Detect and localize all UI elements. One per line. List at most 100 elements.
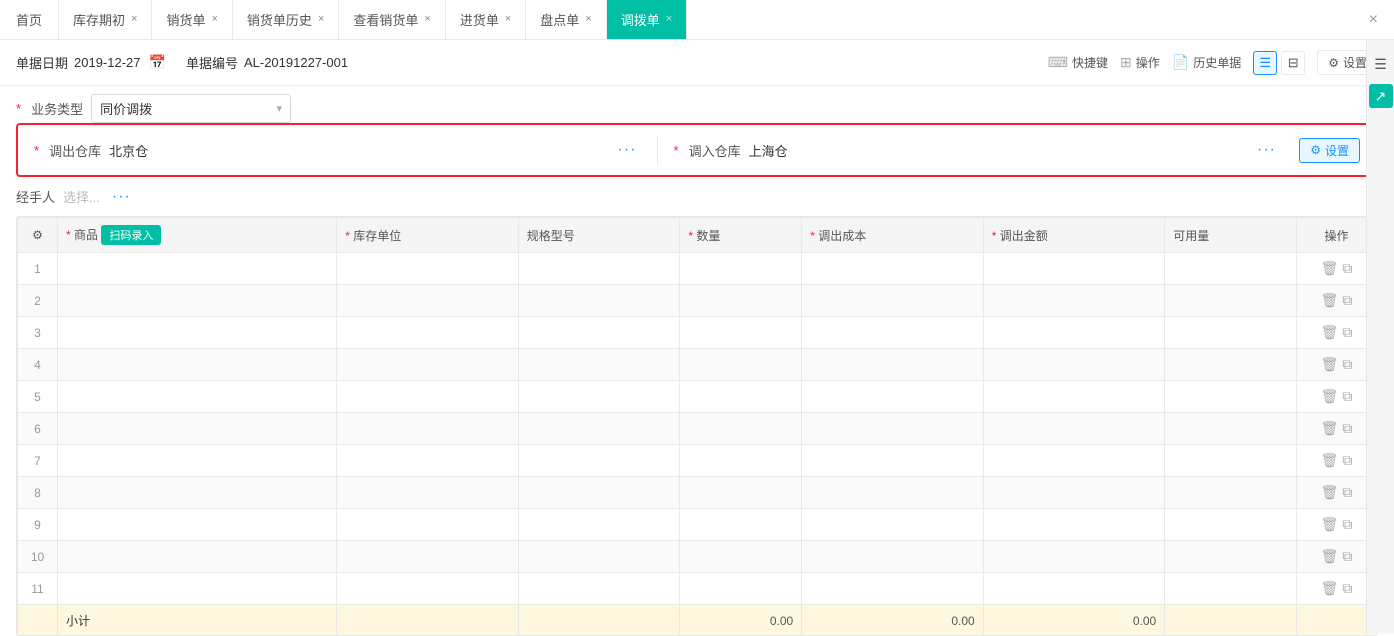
handler-dots-button[interactable]: ··· xyxy=(108,188,135,206)
tab-close-view-sales[interactable]: × xyxy=(424,14,430,25)
scan-button[interactable]: 扫码录入 xyxy=(101,225,161,245)
table-row: 2🗑⧉ xyxy=(18,285,1377,317)
amount-cell-3 xyxy=(983,317,1165,349)
copy-icon-1[interactable]: ⧉ xyxy=(1342,260,1352,276)
delete-icon-1[interactable]: 🗑 xyxy=(1321,260,1339,276)
product-cell-2[interactable] xyxy=(58,285,337,317)
doc-no-value: AL-20191227-001 xyxy=(244,55,348,70)
copy-icon-6[interactable]: ⧉ xyxy=(1342,420,1352,436)
history-icon: 📄 xyxy=(1172,54,1189,71)
window-close-button[interactable]: × xyxy=(1361,7,1386,33)
out-warehouse-label: 调出仓库 xyxy=(49,141,101,160)
tab-purchase-order[interactable]: 进货单 × xyxy=(446,0,526,39)
sidebar-list-icon[interactable]: ☰ xyxy=(1369,52,1393,76)
delete-icon-4[interactable]: 🗑 xyxy=(1321,356,1339,372)
copy-icon-2[interactable]: ⧉ xyxy=(1342,292,1352,308)
table-row: 5🗑⧉ xyxy=(18,381,1377,413)
product-cell-8[interactable] xyxy=(58,477,337,509)
col-action: 操作 xyxy=(1297,218,1377,253)
shortcut-action[interactable]: ⌨ 快捷键 xyxy=(1048,54,1108,71)
delete-icon-5[interactable]: 🗑 xyxy=(1321,388,1339,404)
available-cell-9 xyxy=(1165,509,1297,541)
col-cost: * 调出成本 xyxy=(802,218,984,253)
tab-transfer[interactable]: 调拨单 × xyxy=(607,0,687,39)
tab-inventory-init[interactable]: 库存期初 × xyxy=(59,0,152,39)
amount-cell-10 xyxy=(983,541,1165,573)
tab-inventory-check[interactable]: 盘点单 × xyxy=(526,0,606,39)
qty-cell-7 xyxy=(680,445,802,477)
operate-action[interactable]: ⊞ 操作 xyxy=(1120,54,1160,71)
copy-icon-4[interactable]: ⧉ xyxy=(1342,356,1352,372)
form-header-left: 单据日期 2019-12-27 📅 单据编号 AL-20191227-001 xyxy=(16,53,348,72)
product-cell-3[interactable] xyxy=(58,317,337,349)
delete-icon-10[interactable]: 🗑 xyxy=(1321,548,1339,564)
out-warehouse-dots-button[interactable]: ··· xyxy=(614,141,641,159)
delete-icon-9[interactable]: 🗑 xyxy=(1321,516,1339,532)
subtotal-cost: 0.00 xyxy=(802,605,984,636)
product-cell-4[interactable] xyxy=(58,349,337,381)
cost-cell-11 xyxy=(802,573,984,605)
tab-view-sales[interactable]: 查看销货单 × xyxy=(339,0,445,39)
copy-icon-7[interactable]: ⧉ xyxy=(1342,452,1352,468)
tab-close-transfer[interactable]: × xyxy=(666,14,672,25)
qty-cell-6 xyxy=(680,413,802,445)
copy-icon-3[interactable]: ⧉ xyxy=(1342,324,1352,340)
copy-icon-10[interactable]: ⧉ xyxy=(1342,548,1352,564)
product-cell-11[interactable] xyxy=(58,573,337,605)
delete-icon-3[interactable]: 🗑 xyxy=(1321,324,1339,340)
table-row: 6 🗑⧉ xyxy=(18,413,1377,445)
product-cell-5[interactable] xyxy=(58,381,337,413)
gear-icon[interactable]: ⚙ xyxy=(32,228,43,242)
action-col-3: 🗑⧉ xyxy=(1297,317,1377,349)
tab-close-inventory-init[interactable]: × xyxy=(131,14,137,25)
qty-cell-8 xyxy=(680,477,802,509)
tab-home[interactable]: 首页 xyxy=(0,0,59,39)
sidebar-export-icon[interactable]: ↗ xyxy=(1369,84,1393,108)
table-row: 3🗑⧉ xyxy=(18,317,1377,349)
calendar-icon[interactable]: 📅 xyxy=(149,54,166,71)
delete-icon-6[interactable]: 🗑 xyxy=(1321,420,1339,436)
tab-close-inventory-check[interactable]: × xyxy=(585,14,591,25)
row-num-6: 6 xyxy=(18,413,58,445)
layout-list-icon[interactable]: ☰ xyxy=(1253,51,1277,75)
subtotal-label-col xyxy=(18,605,58,636)
tab-close-purchase-order[interactable]: × xyxy=(505,14,511,25)
subtotal-qty: 0.00 xyxy=(680,605,802,636)
copy-icon-11[interactable]: ⧉ xyxy=(1342,580,1352,596)
tab-close-sales-order[interactable]: × xyxy=(211,14,217,25)
delete-icon-11[interactable]: 🗑 xyxy=(1321,580,1339,596)
col-available: 可用量 xyxy=(1165,218,1297,253)
tab-sales-history[interactable]: 销货单历史 × xyxy=(233,0,339,39)
tab-sales-order[interactable]: 销货单 × xyxy=(152,0,232,39)
delete-icon-7[interactable]: 🗑 xyxy=(1321,452,1339,468)
row-num-11: 11 xyxy=(18,573,58,605)
copy-icon-5[interactable]: ⧉ xyxy=(1342,388,1352,404)
unit-cell-4 xyxy=(337,349,519,381)
copy-icon-8[interactable]: ⧉ xyxy=(1342,484,1352,500)
product-cell-1[interactable] xyxy=(58,253,337,285)
settings-icon: ⚙ xyxy=(1328,56,1339,70)
product-cell-9[interactable] xyxy=(58,509,337,541)
delete-icon-8[interactable]: 🗑 xyxy=(1321,484,1339,500)
product-cell-6[interactable] xyxy=(58,413,337,445)
warehouse-section: * 调出仓库 北京仓 ··· * 调入仓库 上海仓 ··· ⚙ 设置 xyxy=(16,123,1378,177)
product-cell-10[interactable] xyxy=(58,541,337,573)
handler-input[interactable]: 选择... xyxy=(63,187,100,206)
tab-close-sales-history[interactable]: × xyxy=(318,14,324,25)
history-action[interactable]: 📄 历史单据 xyxy=(1172,54,1241,71)
copy-icon-9[interactable]: ⧉ xyxy=(1342,516,1352,532)
business-type-select[interactable]: 同价调拨 ▾ xyxy=(91,94,291,123)
in-warehouse-dots-button[interactable]: ··· xyxy=(1253,141,1280,159)
product-cell-7[interactable] xyxy=(58,445,337,477)
delete-icon-2[interactable]: 🗑 xyxy=(1321,292,1339,308)
action-col-1: 🗑⧉ xyxy=(1297,253,1377,285)
row-num-7: 7 xyxy=(18,445,58,477)
warehouse-settings-button[interactable]: ⚙ 设置 xyxy=(1299,138,1360,163)
col-spec: 规格型号 xyxy=(518,218,680,253)
available-cell-5 xyxy=(1165,381,1297,413)
row-num-10: 10 xyxy=(18,541,58,573)
layout-grid-icon[interactable]: ⊟ xyxy=(1281,51,1305,75)
spec-cell-10 xyxy=(518,541,680,573)
qty-cell-1 xyxy=(680,253,802,285)
data-table: ⚙ * 商品 扫码录入 * 库存单位 规格型号 * 数量 xyxy=(17,217,1377,636)
